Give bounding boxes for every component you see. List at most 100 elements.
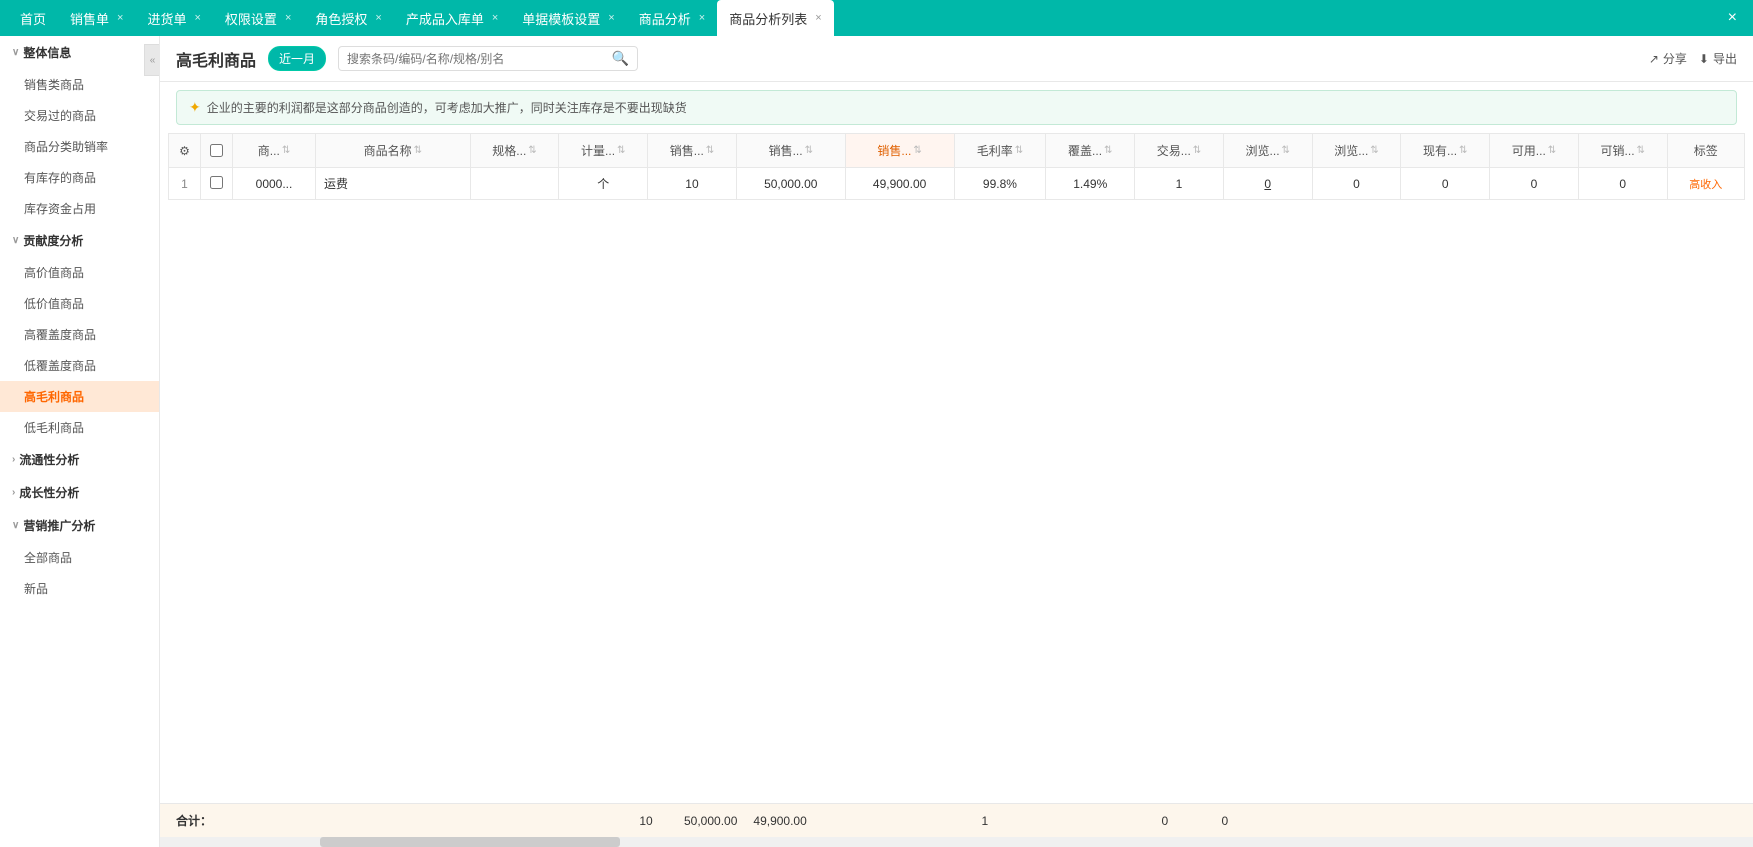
footer-spacer2: [815, 814, 895, 828]
col-transactions[interactable]: 交易... ⇅: [1135, 134, 1224, 168]
cell-views1[interactable]: 0: [1223, 168, 1312, 200]
search-input[interactable]: [347, 52, 608, 66]
col-spec[interactable]: 规格... ⇅: [470, 134, 559, 168]
table-container[interactable]: ⚙ 商... ⇅ 商品名称: [160, 133, 1753, 803]
nav-item-roles[interactable]: 角色授权 ×: [303, 0, 393, 36]
col-tag[interactable]: 标签: [1667, 134, 1744, 168]
cell-spec: [470, 168, 559, 200]
col-current-stock[interactable]: 现有... ⇅: [1401, 134, 1490, 168]
filter-recent-month-button[interactable]: 近一月: [268, 46, 326, 71]
row-views2: 0: [1353, 177, 1360, 191]
table-footer: 合计： 10 50,000.00 49,900.00 1 0 0: [160, 803, 1753, 837]
content-area: 高毛利商品 近一月 🔍 ↗ 分享 ⬇ 导出 ✦ 企业的主要的利润都是这部分商品创…: [160, 36, 1753, 847]
col-views1-label: 浏览...: [1246, 142, 1280, 159]
sidebar-item-high-value[interactable]: 高价值商品: [0, 257, 159, 288]
footer-current-stock: 0: [1135, 814, 1195, 828]
sidebar-group-circulation[interactable]: › 流通性分析: [0, 443, 159, 476]
col-name[interactable]: 商品名称 ⇅: [316, 134, 471, 168]
col-views2[interactable]: 浏览... ⇅: [1312, 134, 1401, 168]
row-views1[interactable]: 0: [1264, 177, 1271, 191]
col-coverage[interactable]: 覆盖... ⇅: [1046, 134, 1135, 168]
col-sales-amount[interactable]: 销售... ⇅: [736, 134, 845, 168]
sidebar-item-category-rate[interactable]: 商品分类助销率: [0, 131, 159, 162]
sidebar-item-stock-capital[interactable]: 库存资金占用: [0, 193, 159, 224]
sidebar-group-marketing-label: 营销推广分析: [23, 517, 95, 534]
nav-item-template[interactable]: 单据模板设置 ×: [510, 0, 626, 36]
sidebar-group-overall[interactable]: ∨ 整体信息: [0, 36, 159, 69]
nav-label-permissions: 权限设置: [225, 9, 277, 28]
col-views1[interactable]: 浏览... ⇅: [1223, 134, 1312, 168]
col-checkbox[interactable]: [201, 134, 233, 168]
col-sales-profit[interactable]: 销售... ⇅: [845, 134, 954, 168]
col-margin[interactable]: 毛利率 ⇅: [954, 134, 1046, 168]
cell-unit: 个: [559, 168, 648, 200]
nav-item-product-entry[interactable]: 产成品入库单 ×: [394, 0, 510, 36]
close-icon-permissions[interactable]: ×: [285, 12, 291, 24]
close-icon-sales[interactable]: ×: [117, 12, 123, 24]
nav-item-home[interactable]: 首页: [8, 0, 58, 36]
cell-views2: 0: [1312, 168, 1401, 200]
nav-item-purchase[interactable]: 进货单 ×: [135, 0, 212, 36]
col-sales-profit-label: 销售...: [877, 142, 911, 159]
search-icon[interactable]: 🔍: [612, 50, 629, 67]
sidebar-item-all-goods[interactable]: 全部商品: [0, 542, 159, 573]
row-available-stock: 0: [1531, 177, 1538, 191]
sidebar-item-low-coverage[interactable]: 低覆盖度商品: [0, 350, 159, 381]
close-all-button[interactable]: ×: [1720, 9, 1745, 27]
nav-item-analysis[interactable]: 商品分析 ×: [627, 0, 717, 36]
sidebar-item-sales-goods[interactable]: 销售类商品: [0, 69, 159, 100]
arrow-icon-marketing: ∨: [12, 520, 19, 531]
close-icon-product-entry[interactable]: ×: [492, 12, 498, 24]
top-nav: 首页 销售单 × 进货单 × 权限设置 × 角色授权 × 产成品入库单 × 单据…: [0, 0, 1753, 36]
sidebar-item-high-margin[interactable]: 高毛利商品: [0, 381, 159, 412]
close-icon-analysis[interactable]: ×: [699, 12, 705, 24]
arrow-icon-circulation: ›: [12, 454, 15, 465]
sidebar-item-new-goods[interactable]: 新品: [0, 573, 159, 604]
cell-tag: 高收入: [1667, 168, 1744, 200]
close-icon-roles[interactable]: ×: [375, 12, 381, 24]
select-all-checkbox[interactable]: [210, 144, 223, 157]
sidebar-collapse-button[interactable]: «: [144, 44, 160, 76]
sidebar-item-low-margin[interactable]: 低毛利商品: [0, 412, 159, 443]
col-settings[interactable]: ⚙: [169, 134, 201, 168]
row-checkbox[interactable]: [210, 176, 223, 189]
nav-label-analysis-list: 商品分析列表: [729, 9, 807, 28]
nav-label-home: 首页: [20, 9, 46, 28]
sort-icon-sales-amount: ⇅: [805, 145, 813, 156]
sidebar-group-marketing[interactable]: ∨ 营销推广分析: [0, 509, 159, 542]
sidebar-item-label: 库存资金占用: [24, 202, 96, 216]
sidebar-item-traded-goods[interactable]: 交易过的商品: [0, 100, 159, 131]
sidebar-item-in-stock[interactable]: 有库存的商品: [0, 162, 159, 193]
share-button[interactable]: ↗ 分享: [1649, 50, 1687, 67]
col-unit[interactable]: 计量... ⇅: [559, 134, 648, 168]
close-icon-template[interactable]: ×: [608, 12, 614, 24]
export-button[interactable]: ⬇ 导出: [1699, 50, 1737, 67]
cell-checkbox[interactable]: [201, 168, 233, 200]
nav-label-analysis: 商品分析: [639, 9, 691, 28]
row-code: 0000...: [256, 177, 293, 191]
bottom-scrollbar[interactable]: [160, 837, 1753, 847]
cell-sales-profit: 49,900.00: [845, 168, 954, 200]
scrollbar-thumb[interactable]: [320, 837, 620, 847]
sidebar-group-contribution[interactable]: ∨ 贡献度分析: [0, 224, 159, 257]
sidebar-item-low-value[interactable]: 低价值商品: [0, 288, 159, 319]
nav-item-permissions[interactable]: 权限设置 ×: [213, 0, 303, 36]
col-sellable[interactable]: 可销... ⇅: [1578, 134, 1667, 168]
col-name-label: 商品名称: [364, 142, 412, 159]
col-sales-qty[interactable]: 销售... ⇅: [648, 134, 737, 168]
col-available-stock[interactable]: 可用... ⇅: [1490, 134, 1579, 168]
export-icon: ⬇: [1699, 52, 1709, 66]
nav-item-sales[interactable]: 销售单 ×: [58, 0, 135, 36]
footer-cells: 10 50,000.00 49,900.00 1 0 0: [296, 814, 1737, 828]
close-icon-analysis-list[interactable]: ×: [815, 12, 821, 24]
share-label: 分享: [1663, 50, 1687, 67]
sidebar-item-high-coverage[interactable]: 高覆盖度商品: [0, 319, 159, 350]
sidebar-group-growth[interactable]: › 成长性分析: [0, 476, 159, 509]
header-actions: ↗ 分享 ⬇ 导出: [1649, 50, 1737, 67]
nav-item-analysis-list[interactable]: 商品分析列表 ×: [717, 0, 833, 36]
col-unit-label: 计量...: [581, 142, 615, 159]
col-code-label: 商...: [258, 142, 280, 159]
col-code[interactable]: 商... ⇅: [233, 134, 316, 168]
row-unit: 个: [597, 177, 609, 191]
close-icon-purchase[interactable]: ×: [194, 12, 200, 24]
